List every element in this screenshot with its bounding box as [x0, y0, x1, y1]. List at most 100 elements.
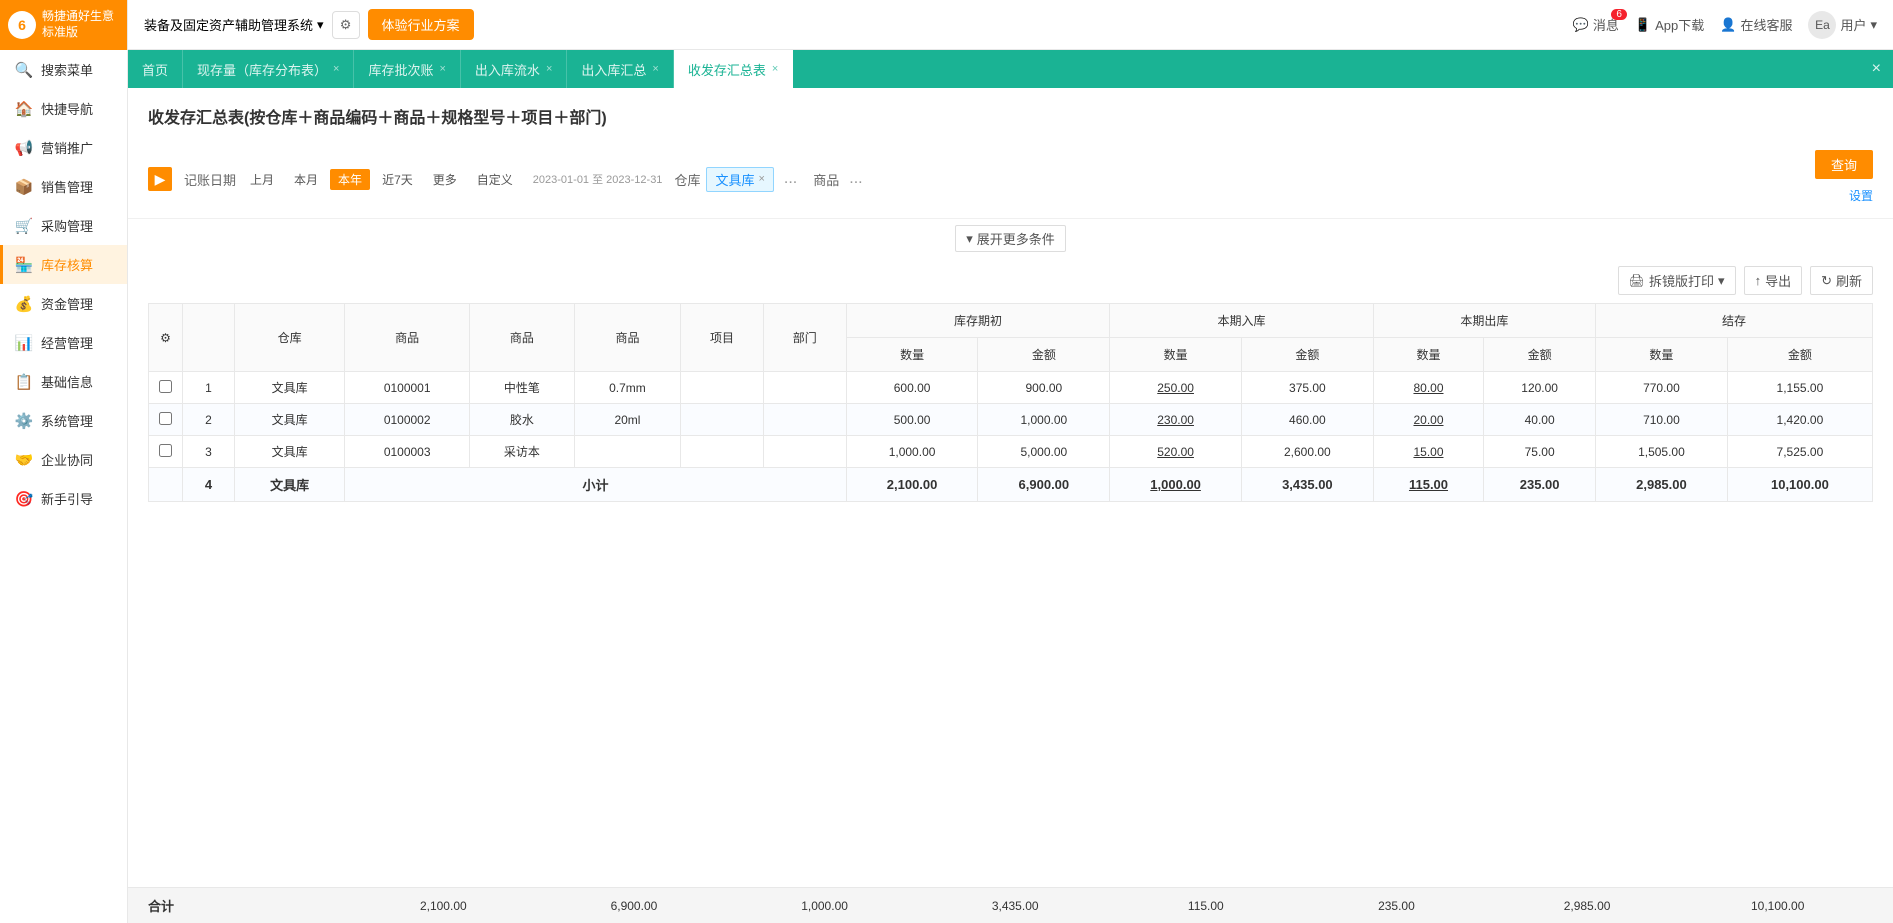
- expand-conditions-button[interactable]: ▾ 展开更多条件: [955, 225, 1066, 252]
- date-btn-this-month[interactable]: 本月: [286, 169, 326, 190]
- footer-in-qty: 1,000.00: [729, 899, 920, 913]
- logo-text: 畅捷通好生意标准版: [42, 9, 114, 40]
- sidebar-icon-quick-nav: 🏠: [15, 100, 33, 118]
- online-service-action[interactable]: 👤 在线客服: [1720, 15, 1792, 34]
- sidebar-item-sales[interactable]: 📦 销售管理: [0, 167, 127, 206]
- export-button[interactable]: ↑ 导出: [1744, 266, 1803, 295]
- row-name-1: 胶水: [469, 404, 574, 436]
- user-action[interactable]: Ea 用户 ▾: [1808, 11, 1877, 39]
- row-warehouse-2: 文具库: [234, 436, 344, 468]
- sidebar-item-base-info[interactable]: 📋 基础信息: [0, 362, 127, 401]
- footer-closing-amt: 10,100.00: [1682, 899, 1873, 913]
- warehouse-filter-group: 仓库 文具库 × ...: [674, 167, 801, 192]
- warehouse-more-button[interactable]: ...: [780, 170, 801, 188]
- sidebar-item-quick-nav[interactable]: 🏠 快捷导航: [0, 89, 127, 128]
- row-spec-1: 20ml: [574, 404, 680, 436]
- subtotal-in-qty[interactable]: 1,000.00: [1110, 468, 1242, 502]
- sidebar-item-newbie[interactable]: 🎯 新手引导: [0, 479, 127, 518]
- col-out-header: 本期出库: [1373, 304, 1595, 338]
- settings-link[interactable]: 设置: [1849, 183, 1873, 208]
- tab-close-io-flow[interactable]: ×: [546, 63, 552, 75]
- close-all-tabs-button[interactable]: ×: [1860, 60, 1893, 78]
- print-icon: 🖨: [1629, 273, 1646, 289]
- goods-more-button[interactable]: ...: [845, 170, 866, 188]
- col-settings-header[interactable]: ⚙: [149, 304, 183, 372]
- warehouse-filter-label: 仓库: [674, 170, 700, 189]
- sidebar-item-business[interactable]: 📊 经营管理: [0, 323, 127, 362]
- row-opening-qty-1: 500.00: [846, 404, 978, 436]
- tab-home[interactable]: 首页: [128, 50, 183, 88]
- footer-in-amt: 3,435.00: [920, 899, 1111, 913]
- date-btn-7days[interactable]: 近7天: [374, 169, 421, 190]
- date-btn-this-year[interactable]: 本年: [330, 169, 370, 190]
- app-download-action[interactable]: 📱 App下载: [1635, 15, 1704, 34]
- row-spec-0: 0.7mm: [574, 372, 680, 404]
- tab-inventory-dist[interactable]: 现存量（库存分布表）×: [183, 50, 354, 88]
- date-btn-more[interactable]: 更多: [425, 169, 465, 190]
- user-avatar: Ea: [1808, 11, 1836, 39]
- date-filter-group: 记账日期 上月 本月 本年 近7天 更多 自定义: [184, 169, 521, 190]
- tabs-bar: 首页现存量（库存分布表）×库存批次账×出入库流水×出入库汇总×收发存汇总表××: [128, 50, 1893, 88]
- tab-close-batch-voucher[interactable]: ×: [439, 63, 445, 75]
- row-out-qty-0[interactable]: 80.00: [1373, 372, 1483, 404]
- gear-button[interactable]: ⚙: [332, 11, 360, 39]
- tab-close-recv-send-summary[interactable]: ×: [772, 63, 778, 75]
- sidebar-icon-sales: 📦: [15, 178, 33, 196]
- row-checkbox[interactable]: [149, 404, 183, 436]
- system-title-dropdown[interactable]: 装备及固定资产辅助管理系统 ▾: [144, 15, 324, 34]
- row-in-amt-0: 375.00: [1241, 372, 1373, 404]
- row-out-qty-1[interactable]: 20.00: [1373, 404, 1483, 436]
- message-badge: 6: [1611, 9, 1627, 20]
- sidebar-item-system[interactable]: ⚙️ 系统管理: [0, 401, 127, 440]
- tab-io-summary[interactable]: 出入库汇总×: [567, 50, 673, 88]
- print-dropdown-icon: ▾: [1718, 273, 1725, 289]
- footer-closing-qty: 2,985.00: [1492, 899, 1683, 913]
- sidebar-item-marketing[interactable]: 📢 营销推广: [0, 128, 127, 167]
- table-row: 2 文具库 0100002 胶水 20ml 500.00 1,000.00 23…: [149, 404, 1873, 436]
- row-dept-1: [763, 404, 846, 436]
- tab-recv-send-summary[interactable]: 收发存汇总表×: [674, 50, 793, 88]
- try-industry-button[interactable]: 体验行业方案: [368, 9, 474, 40]
- date-btn-last-month[interactable]: 上月: [242, 169, 282, 190]
- row-in-qty-2[interactable]: 520.00: [1110, 436, 1242, 468]
- query-button[interactable]: 查询: [1815, 150, 1873, 179]
- print-button[interactable]: 🖨 拆镜版打印 ▾: [1618, 266, 1736, 295]
- sidebar-item-inventory[interactable]: 🏪 库存核算: [0, 245, 127, 284]
- row-in-qty-1[interactable]: 230.00: [1110, 404, 1242, 436]
- row-out-amt-0: 120.00: [1484, 372, 1596, 404]
- export-icon: ↑: [1755, 273, 1762, 288]
- tab-close-io-summary[interactable]: ×: [652, 63, 658, 75]
- sidebar-item-enterprise[interactable]: 🤝 企业协同: [0, 440, 127, 479]
- sidebar-item-capital[interactable]: 💰 资金管理: [0, 284, 127, 323]
- sidebar-item-search[interactable]: 🔍 搜索菜单: [0, 50, 127, 89]
- row-out-amt-2: 75.00: [1484, 436, 1596, 468]
- subtotal-opening-amt: 6,900.00: [978, 468, 1110, 502]
- row-no-0: 1: [183, 372, 235, 404]
- col-warehouse-header: 仓库: [234, 304, 344, 372]
- row-select-2[interactable]: [159, 444, 172, 457]
- page-inner: 收发存汇总表(按仓库＋商品编码＋商品＋规格型号＋项目＋部门) ▶ 记账日期 上月…: [128, 88, 1893, 887]
- tab-batch-voucher[interactable]: 库存批次账×: [354, 50, 460, 88]
- row-checkbox[interactable]: [149, 436, 183, 468]
- warehouse-tag-close-button[interactable]: ×: [758, 173, 764, 185]
- message-action[interactable]: 💬 消息 6: [1573, 15, 1619, 34]
- refresh-label: 刷新: [1836, 271, 1862, 290]
- tab-io-flow[interactable]: 出入库流水×: [461, 50, 567, 88]
- tab-close-inventory-dist[interactable]: ×: [333, 63, 339, 75]
- sidebar-item-purchase[interactable]: 🛒 采购管理: [0, 206, 127, 245]
- row-select-0[interactable]: [159, 380, 172, 393]
- row-out-amt-1: 40.00: [1484, 404, 1596, 436]
- row-in-qty-0[interactable]: 250.00: [1110, 372, 1242, 404]
- refresh-button[interactable]: ↻ 刷新: [1810, 266, 1873, 295]
- filter-toggle-button[interactable]: ▶: [148, 167, 172, 191]
- sidebar-label-base-info: 基础信息: [41, 372, 93, 391]
- online-service-icon: 👤: [1720, 17, 1736, 33]
- row-select-1[interactable]: [159, 412, 172, 425]
- row-checkbox[interactable]: [149, 372, 183, 404]
- row-out-qty-2[interactable]: 15.00: [1373, 436, 1483, 468]
- expand-label: 展开更多条件: [977, 229, 1055, 248]
- row-opening-qty-2: 1,000.00: [846, 436, 978, 468]
- subtotal-out-qty[interactable]: 115.00: [1373, 468, 1483, 502]
- date-btn-custom[interactable]: 自定义: [469, 169, 521, 190]
- row-closing-amt-1: 1,420.00: [1727, 404, 1872, 436]
